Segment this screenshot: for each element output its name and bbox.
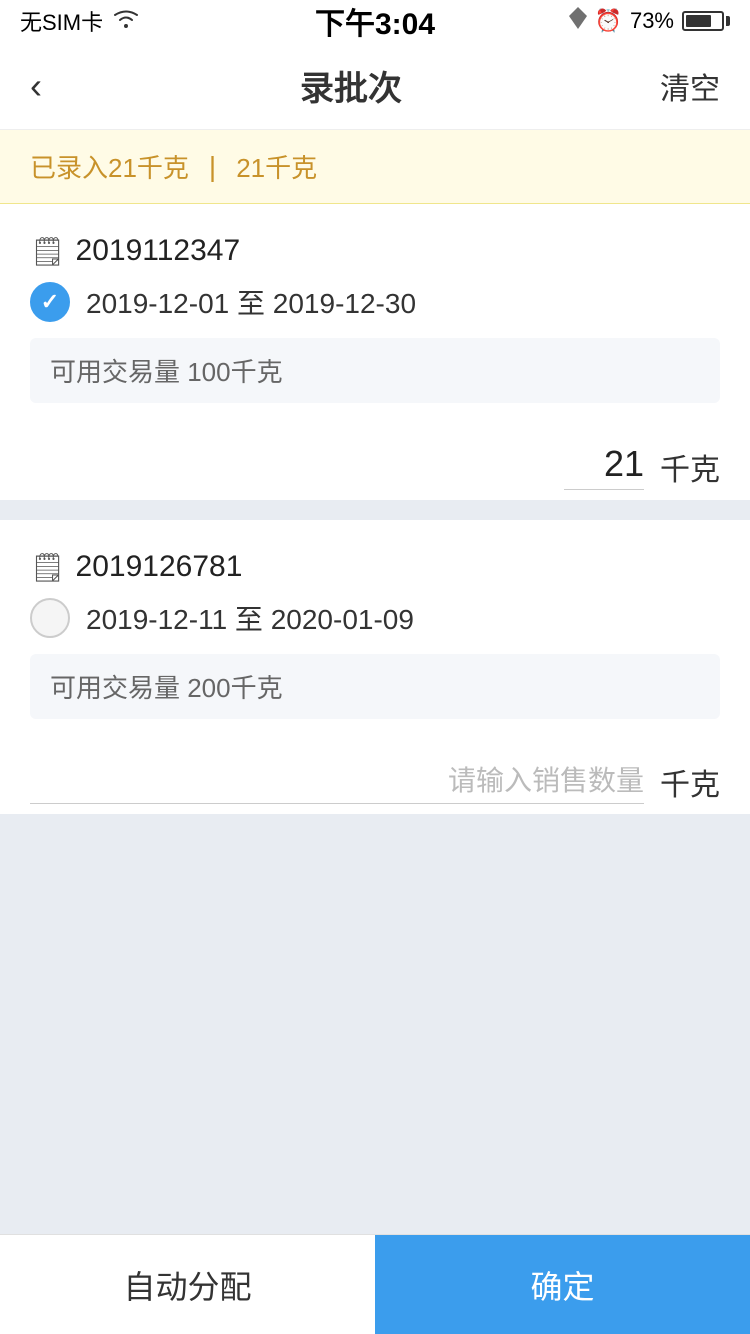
input-unit-2: 千克 <box>660 760 720 804</box>
empty-area <box>0 814 750 1234</box>
qty-value-1: 21 <box>604 443 644 484</box>
qty-unit-1: 千克 <box>660 445 720 489</box>
back-button[interactable]: ‹ <box>30 65 42 107</box>
batch-card-1: 🗒 2019112347 2019-12-01 至 2019-12-30 可用交… <box>0 204 750 423</box>
batch-date-1: 2019-12-01 至 2019-12-30 <box>86 282 416 322</box>
batch-date-row-2[interactable]: 2019-12-11 至 2020-01-09 <box>30 598 720 638</box>
status-time: 下午3:04 <box>315 0 435 43</box>
batch-header-2: 🗒 2019126781 <box>30 550 720 584</box>
section-divider <box>0 500 750 520</box>
recorded-label: 已录入21千克 <box>30 148 189 185</box>
available-qty-2: 可用交易量 200千克 <box>30 654 720 719</box>
info-bar: 已录入21千克 | 21千克 <box>0 130 750 204</box>
carrier-text: 无SIM卡 <box>20 5 103 37</box>
wifi-icon <box>111 7 141 35</box>
input-row-2: 请输入销售数量 千克 <box>0 739 750 814</box>
batch-id-1: 2019112347 <box>76 234 241 268</box>
info-divider: | <box>209 151 216 183</box>
qty-input-1[interactable]: 21 <box>564 443 644 490</box>
battery-percent: 73% <box>630 8 674 34</box>
location-icon <box>569 7 587 35</box>
status-left: 无SIM卡 <box>20 5 141 37</box>
qty-row-1: 21 千克 <box>0 423 750 500</box>
page-title: 录批次 <box>300 61 402 110</box>
status-bar: 无SIM卡 下午3:04 ⏰ 73% <box>0 0 750 42</box>
radio-2[interactable] <box>30 598 70 638</box>
battery-indicator <box>682 11 730 31</box>
nav-bar: ‹ 录批次 清空 <box>0 42 750 130</box>
clear-button[interactable]: 清空 <box>660 64 720 108</box>
alarm-icon: ⏰ <box>595 8 622 34</box>
qty-input-2[interactable]: 请输入销售数量 <box>30 759 644 804</box>
bottom-bar: 自动分配 确定 <box>0 1234 750 1334</box>
radio-1[interactable] <box>30 282 70 322</box>
input-placeholder-2: 请输入销售数量 <box>30 759 644 799</box>
confirm-button[interactable]: 确定 <box>375 1235 750 1334</box>
batch-doc-icon-2: 🗒 <box>30 551 66 584</box>
batch-date-2: 2019-12-11 至 2020-01-09 <box>86 598 414 638</box>
batch-card-2: 🗒 2019126781 2019-12-11 至 2020-01-09 可用交… <box>0 520 750 739</box>
total-label: 21千克 <box>236 148 317 185</box>
status-right: ⏰ 73% <box>569 7 730 35</box>
batch-date-row-1[interactable]: 2019-12-01 至 2019-12-30 <box>30 282 720 322</box>
auto-distribute-button[interactable]: 自动分配 <box>0 1235 375 1334</box>
batch-doc-icon-1: 🗒 <box>30 235 66 268</box>
available-qty-1: 可用交易量 100千克 <box>30 338 720 403</box>
batch-id-2: 2019126781 <box>76 550 243 584</box>
batch-header-1: 🗒 2019112347 <box>30 234 720 268</box>
